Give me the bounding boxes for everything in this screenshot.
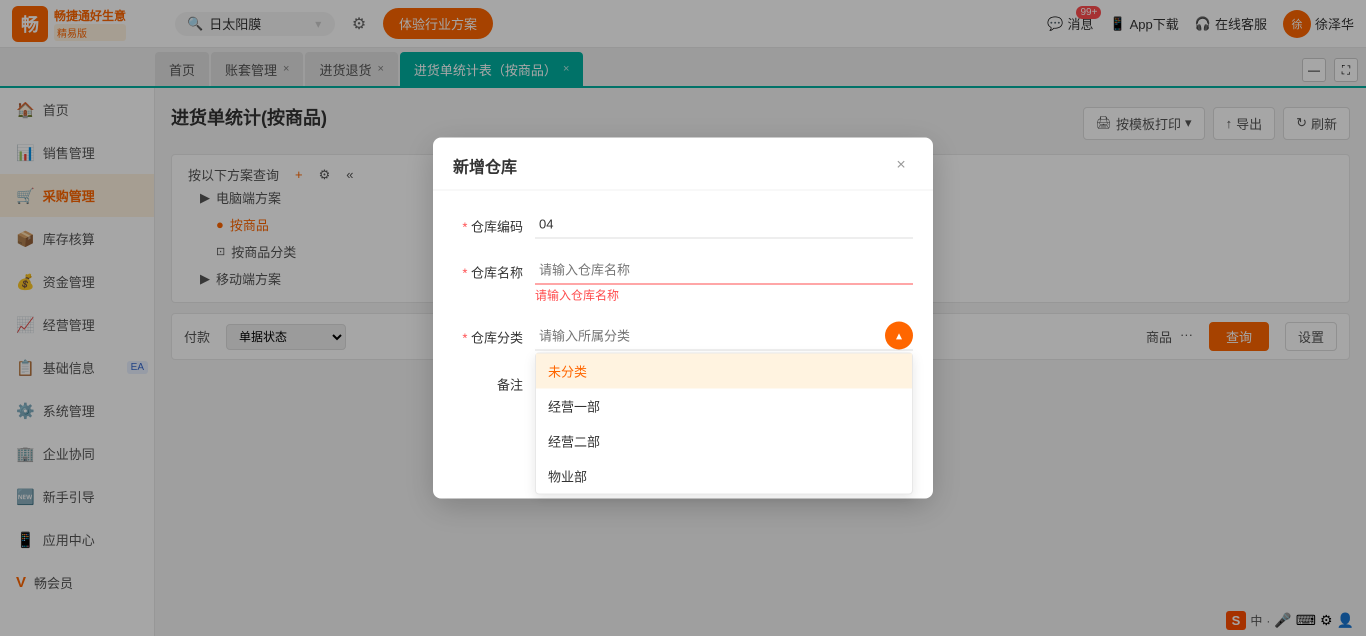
category-field: ▴ 未分类 经营一部 经营二部 物业部 [535, 322, 913, 351]
code-form-row: 仓库编码 [453, 211, 913, 239]
dropdown-item-dept2[interactable]: 经营二部 [536, 424, 912, 459]
name-error-msg: 请输入仓库名称 [535, 287, 913, 304]
name-label: 仓库名称 [453, 257, 523, 282]
category-form-row: 仓库分类 ▴ 未分类 经营一部 经营二部 物业部 [453, 322, 913, 351]
category-input[interactable] [535, 322, 885, 349]
category-dropdown: 未分类 经营一部 经营二部 物业部 [535, 353, 913, 495]
code-label: 仓库编码 [453, 211, 523, 236]
modal-title: 新增仓库 [453, 154, 517, 178]
category-input-wrapper: ▴ [535, 322, 913, 351]
dropdown-item-uncategorized[interactable]: 未分类 [536, 354, 912, 389]
notes-label: 备注 [453, 369, 523, 394]
name-input[interactable] [535, 257, 913, 285]
dropdown-item-dept1[interactable]: 经营一部 [536, 389, 912, 424]
add-warehouse-modal: 新增仓库 × 仓库编码 仓库名称 请输入仓库名称 仓库分类 ▴ [433, 138, 933, 499]
modal-close-button[interactable]: × [889, 154, 913, 178]
dropdown-item-dept3[interactable]: 物业部 [536, 459, 912, 494]
modal-header: 新增仓库 × [433, 138, 933, 191]
category-toggle-button[interactable]: ▴ [885, 322, 913, 350]
code-input[interactable] [535, 211, 913, 239]
name-field: 请输入仓库名称 [535, 257, 913, 304]
name-form-row: 仓库名称 请输入仓库名称 [453, 257, 913, 304]
modal-body: 仓库编码 仓库名称 请输入仓库名称 仓库分类 ▴ 未分类 [433, 191, 933, 435]
code-field [535, 211, 913, 239]
category-label: 仓库分类 [453, 322, 523, 347]
